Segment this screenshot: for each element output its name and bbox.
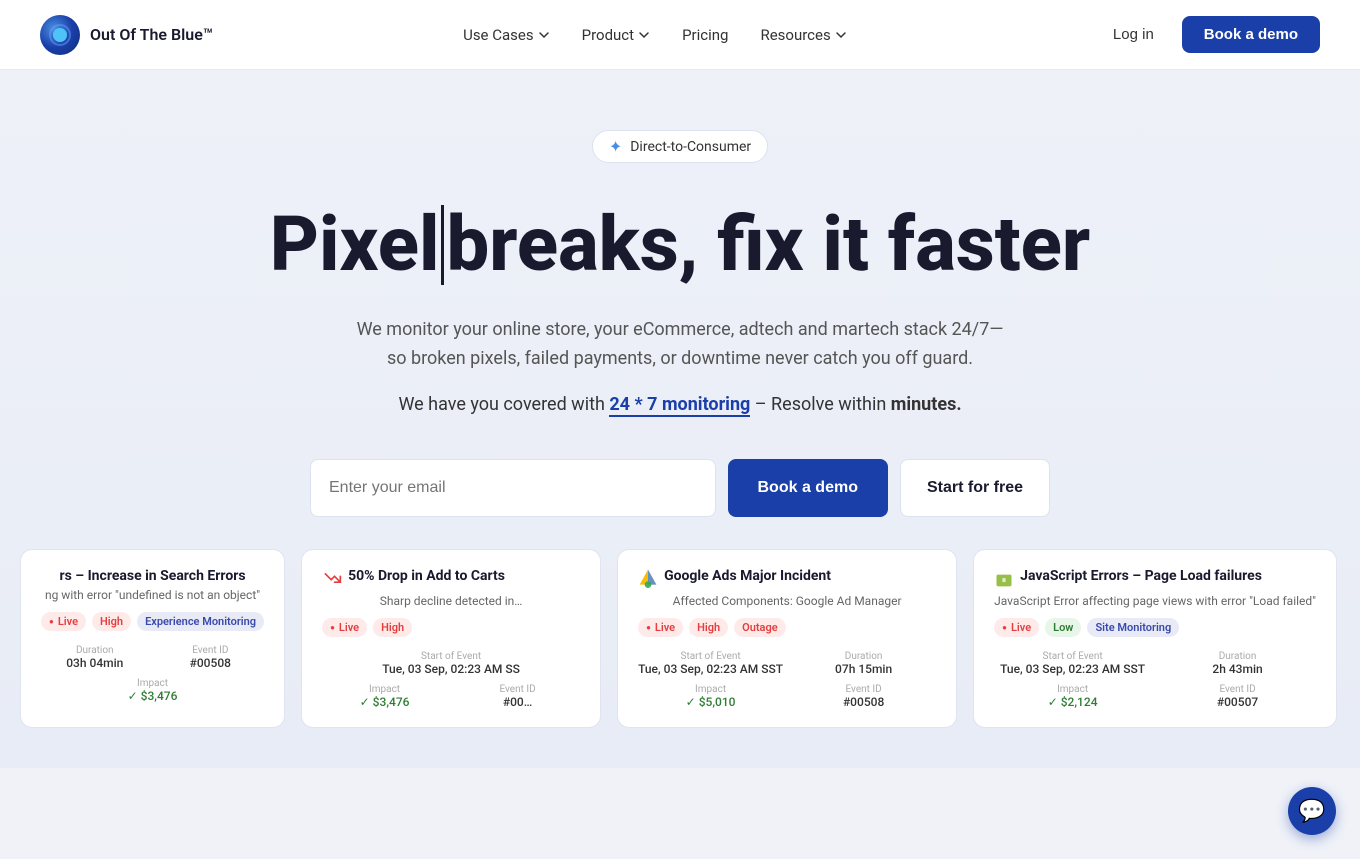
card-2-desc: Sharp decline detected in… (322, 594, 580, 608)
badge-live: Live (41, 612, 86, 631)
hero-title-part2: breaks, fix it faster (446, 203, 1090, 287)
card-2-title: 50% Drop in Add to Carts (348, 568, 505, 584)
badge-high: High (373, 618, 412, 637)
nav-center: Use Cases Product Pricing Resources (449, 18, 861, 52)
card-1-meta: Duration03h 04min Event ID#00508 Impact✓… (41, 645, 264, 703)
card-3-badges: Live High Outage (638, 618, 936, 637)
navbar: Out Of The Blue™ Use Cases Product Prici… (0, 0, 1360, 70)
badge-high: High (689, 618, 728, 637)
card-2-badges: Live High (322, 618, 580, 637)
hero-monitoring: We have you covered with 24 * 7 monitori… (398, 394, 961, 415)
star-icon: ✦ (609, 137, 622, 156)
card-1-badges: Live High Experience Monitoring (41, 612, 264, 631)
chevron-down-icon (638, 29, 650, 41)
incident-card-4[interactable]: JavaScript Errors – Page Load failures J… (973, 549, 1337, 728)
nav-pricing[interactable]: Pricing (668, 18, 742, 52)
start-free-button[interactable]: Start for free (900, 459, 1050, 517)
hero-title-part1: Pixel (270, 203, 440, 287)
email-input[interactable] (310, 459, 716, 517)
incident-card-3[interactable]: Google Ads Major Incident Affected Compo… (617, 549, 957, 728)
nav-product[interactable]: Product (568, 18, 664, 52)
card-3-desc: Affected Components: Google Ad Manager (638, 594, 936, 608)
logo-icon (40, 15, 80, 55)
card-3-title: Google Ads Major Incident (664, 568, 831, 584)
card-4-meta: Start of EventTue, 03 Sep, 02:23 AM SST … (994, 651, 1316, 709)
nav-use-cases[interactable]: Use Cases (449, 18, 564, 52)
badge-experience-monitoring: Experience Monitoring (137, 612, 264, 631)
hero-badge-label: Direct-to-Consumer (630, 139, 751, 155)
trend-down-icon (322, 568, 342, 588)
google-ads-icon (638, 568, 658, 588)
book-demo-hero-button[interactable]: Book a demo (728, 459, 888, 517)
chevron-down-icon (835, 29, 847, 41)
monitoring-highlight: 24 * 7 monitoring (609, 394, 750, 417)
cursor-bar (441, 205, 444, 285)
card-3-header-row: Google Ads Major Incident (638, 568, 936, 588)
hero-subtitle: We monitor your online store, your eComm… (357, 315, 1004, 374)
nav-right: Log in Book a demo (1097, 16, 1320, 53)
badge-live: Live (322, 618, 367, 637)
badge-outage: Outage (734, 618, 786, 637)
card-4-title: JavaScript Errors – Page Load failures (1020, 568, 1262, 584)
hero-section: ✦ Direct-to-Consumer Pixel breaks, fix i… (0, 70, 1360, 768)
badge-site-monitoring: Site Monitoring (1087, 618, 1179, 637)
card-1-title: rs – Increase in Search Errors (41, 568, 264, 584)
chevron-down-icon (538, 29, 550, 41)
chat-bubble[interactable]: 💬 (1288, 787, 1336, 835)
shopify-icon (994, 568, 1014, 588)
card-2-header-row: 50% Drop in Add to Carts (322, 568, 580, 588)
hero-title: Pixel breaks, fix it faster (270, 203, 1090, 287)
card-4-desc: JavaScript Error affecting page views wi… (994, 594, 1316, 608)
logo-text: Out Of The Blue™ (90, 25, 213, 44)
badge-low: Low (1045, 618, 1081, 637)
hero-badge: ✦ Direct-to-Consumer (592, 130, 768, 163)
card-3-meta: Start of EventTue, 03 Sep, 02:23 AM SST … (638, 651, 936, 709)
badge-live: Live (994, 618, 1039, 637)
badge-live: Live (638, 618, 683, 637)
card-2-meta: Start of EventTue, 03 Sep, 02:23 AM SS I… (322, 651, 580, 709)
hero-cta: Book a demo Start for free (310, 459, 1050, 517)
login-button[interactable]: Log in (1097, 18, 1170, 51)
minutes-bold: minutes. (891, 394, 962, 415)
incident-card-2[interactable]: 50% Drop in Add to Carts Sharp decline d… (301, 549, 601, 728)
badge-high: High (92, 612, 131, 631)
incident-card-1[interactable]: rs – Increase in Search Errors ng with e… (20, 549, 285, 728)
card-1-desc: ng with error "undefined is not an objec… (41, 588, 264, 602)
book-demo-nav-button[interactable]: Book a demo (1182, 16, 1320, 53)
chat-icon: 💬 (1298, 799, 1325, 824)
card-4-badges: Live Low Site Monitoring (994, 618, 1316, 637)
nav-resources[interactable]: Resources (746, 18, 860, 52)
card-4-header-row: JavaScript Errors – Page Load failures (994, 568, 1316, 588)
logo[interactable]: Out Of The Blue™ (40, 15, 213, 55)
incident-cards-strip: rs – Increase in Search Errors ng with e… (20, 517, 1340, 728)
